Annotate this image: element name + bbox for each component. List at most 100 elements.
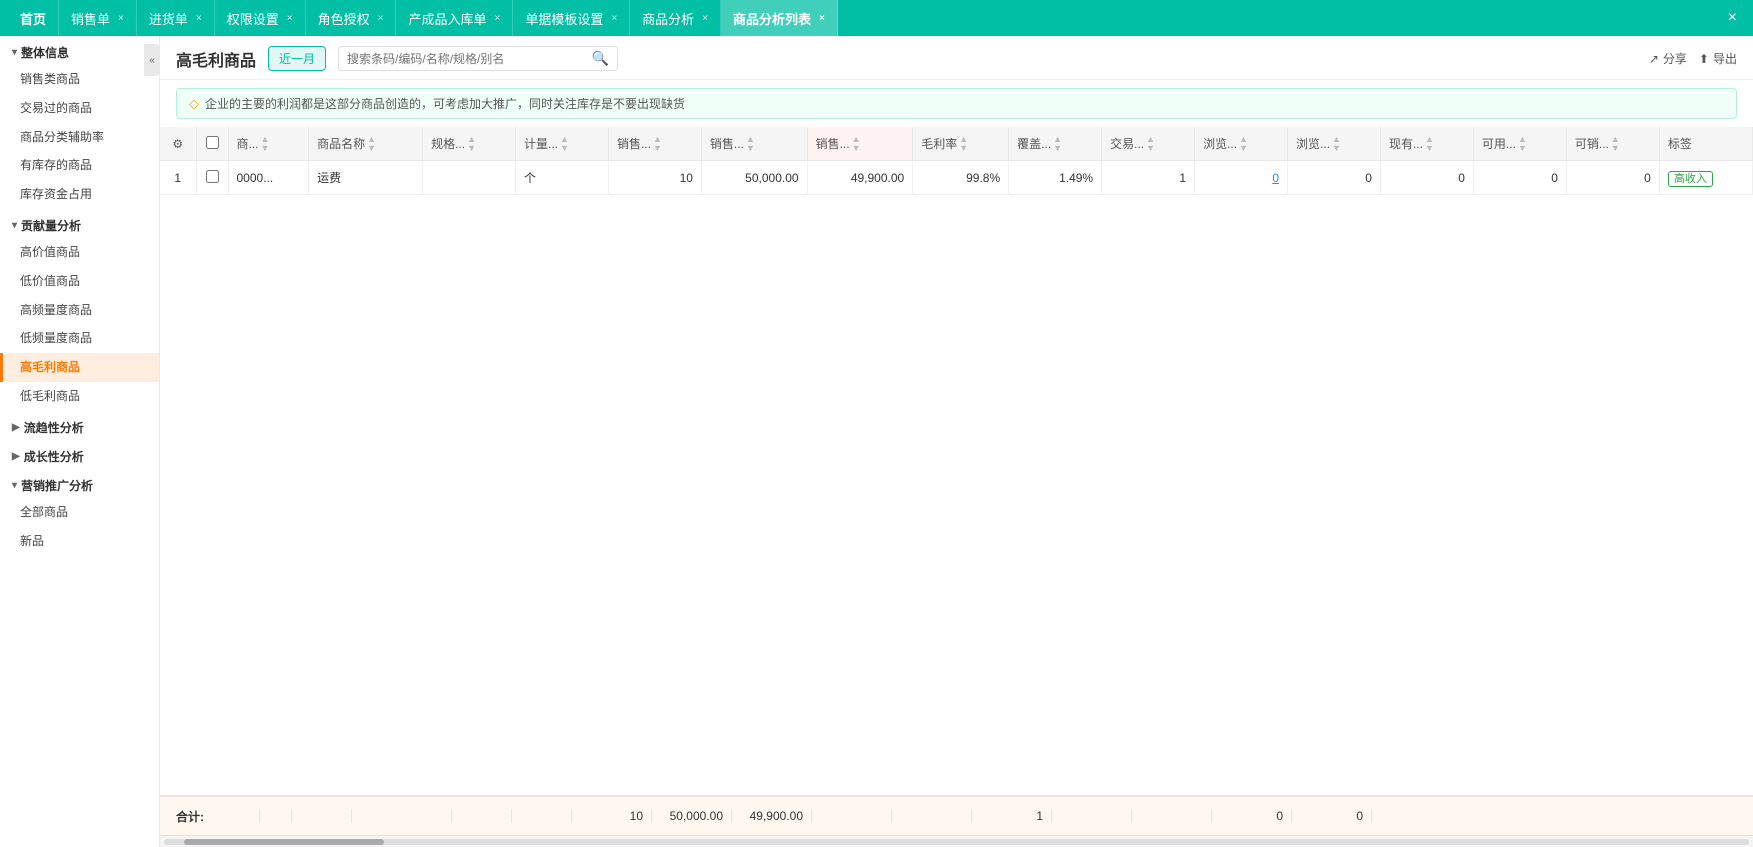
sort-icon-browse1[interactable]: ▲▼ [1239,135,1248,151]
content-header: 高毛利商品 近一月 🔍 ↗ 分享 ⬆ 导出 [160,36,1753,80]
footer-browse1 [1052,809,1132,823]
cell-browse1[interactable]: 0 [1195,161,1288,195]
cell-transactions: 1 [1102,161,1195,195]
sidebar-item-low-freq[interactable]: 低频量度商品 [0,324,159,353]
warning-icon: ◇ [189,96,199,112]
sort-icon-current-stock[interactable]: ▲▼ [1425,135,1434,151]
sidebar-item-sales-goods[interactable]: 销售类商品 [0,65,159,94]
cell-name: 运费 [309,161,423,195]
tab-template[interactable]: 单据模板设置 × [513,0,630,36]
export-button[interactable]: ⬆ 导出 [1699,50,1737,67]
close-analysis-tab[interactable]: × [702,13,708,24]
sidebar-collapse-button[interactable]: « [144,44,160,76]
col-unit: 计量... ▲▼ [516,127,609,161]
tab-role[interactable]: 角色授权 × [306,0,397,36]
sort-icon-margin-rate[interactable]: ▲▼ [959,135,968,151]
sidebar-item-high-value[interactable]: 高价值商品 [0,238,159,267]
tab-production[interactable]: 产成品入库单 × [396,0,513,36]
share-button[interactable]: ↗ 分享 [1649,50,1687,67]
search-input[interactable] [347,52,586,66]
sidebar-item-low-margin[interactable]: 低毛利商品 [0,382,159,411]
sort-icon-sales-qty[interactable]: ▲▼ [653,135,662,151]
row-checkbox[interactable] [206,170,219,183]
sidebar-item-high-margin[interactable]: 高毛利商品 [0,353,159,382]
col-available: 可用... ▲▼ [1473,127,1566,161]
table-header-row: ⚙ 商... ▲▼ 商品名称 [160,127,1753,161]
footer-label: 合计: [176,808,204,825]
footer-sales-profit: 49,900.00 [732,809,812,823]
scrollbar-track [164,839,1749,845]
close-purchase-tab[interactable]: × [196,13,202,24]
tab-purchase[interactable]: 进货单 × [137,0,215,36]
tab-home[interactable]: 首页 [8,0,59,36]
sidebar-group-trend[interactable]: ▶ 流趋性分析 [0,411,159,440]
search-box: 🔍 [338,46,618,71]
close-production-tab[interactable]: × [494,13,500,24]
sort-icon-sales-amount[interactable]: ▲▼ [746,135,755,151]
close-permission-tab[interactable]: × [287,13,293,24]
sort-icon-sales-profit[interactable]: ▲▼ [852,135,861,151]
horizontal-scrollbar[interactable] [160,835,1753,847]
col-code: 商... ▲▼ [228,127,309,161]
close-role-tab[interactable]: × [378,13,384,24]
sidebar-group-growth[interactable]: ▶ 成长性分析 [0,440,159,469]
data-table-wrapper[interactable]: ⚙ 商... ▲▼ 商品名称 [160,127,1753,795]
close-template-tab[interactable]: × [611,13,617,24]
footer-transactions: 1 [972,809,1052,823]
sort-icon-saleable[interactable]: ▲▼ [1611,135,1620,151]
filter-recent-month-button[interactable]: 近一月 [268,46,326,71]
sort-icon-browse2[interactable]: ▲▼ [1332,135,1341,151]
sort-icon-spec[interactable]: ▲▼ [467,135,476,151]
footer-coverage [892,809,972,823]
col-sales-amount: 销售... ▲▼ [701,127,807,161]
cell-margin-rate: 99.8% [913,161,1009,195]
sidebar-group-treasure[interactable]: ▾ 贡献量分析 [0,209,159,238]
sidebar-item-traded-goods[interactable]: 交易过的商品 [0,94,159,123]
sidebar-item-low-value[interactable]: 低价值商品 [0,267,159,296]
cell-saleable: 0 [1566,161,1659,195]
tab-analysis[interactable]: 商品分析 × [630,0,721,36]
footer-sales-qty: 10 [572,809,652,823]
settings-icon[interactable]: ⚙ [172,137,183,151]
sort-icon-transactions[interactable]: ▲▼ [1146,135,1155,151]
scrollbar-thumb[interactable] [184,839,384,845]
footer-browse2 [1132,809,1212,823]
footer-current-stock: 0 [1212,809,1292,823]
col-spec: 规格... ▲▼ [423,127,516,161]
arrow-down-icon: ▾ [12,47,17,58]
sidebar-group-marketing[interactable]: ▾ 营销推广分析 [0,469,159,498]
close-analysis-list-tab[interactable]: × [819,13,825,24]
sidebar-item-all-goods[interactable]: 全部商品 [0,498,159,527]
sidebar-item-capital-occupy[interactable]: 库存资金占用 [0,180,159,209]
tab-sales[interactable]: 销售单 × [59,0,137,36]
select-all-checkbox[interactable] [206,136,219,149]
col-coverage: 覆盖... ▲▼ [1009,127,1102,161]
sort-icon-unit[interactable]: ▲▼ [560,135,569,151]
sort-icon-coverage[interactable]: ▲▼ [1053,135,1062,151]
sidebar-item-high-freq[interactable]: 高频量度商品 [0,296,159,325]
tab-analysis-list[interactable]: 商品分析列表 × [721,0,838,36]
sort-icon-code[interactable]: ▲▼ [261,135,270,151]
col-saleable: 可销... ▲▼ [1566,127,1659,161]
sort-icon-available[interactable]: ▲▼ [1518,135,1527,151]
content-area: 高毛利商品 近一月 🔍 ↗ 分享 ⬆ 导出 ◇ 企业的主要的利润都是这部分商品创… [160,36,1753,847]
cell-sales-profit: 49,900.00 [807,161,913,195]
close-sales-tab[interactable]: × [118,13,124,24]
tab-permission[interactable]: 权限设置 × [215,0,306,36]
sidebar-item-classification-assist[interactable]: 商品分类辅助率 [0,123,159,152]
col-margin-rate: 毛利率 ▲▼ [913,127,1009,161]
footer-margin-rate [812,809,892,823]
col-transactions: 交易... ▲▼ [1102,127,1195,161]
export-icon: ⬆ [1699,52,1709,66]
cell-tag: 高收入 [1659,161,1752,195]
col-name: 商品名称 ▲▼ [309,127,423,161]
sidebar-group-overall[interactable]: ▾ 整体信息 [0,36,159,65]
arrow-right-icon: ▶ [12,422,20,433]
sidebar-item-new-goods[interactable]: 新品 [0,527,159,556]
sidebar-item-stocked-goods[interactable]: 有库存的商品 [0,151,159,180]
search-icon[interactable]: 🔍 [592,50,609,67]
window-close-button[interactable]: × [1720,9,1745,27]
main-layout: « ▾ 整体信息 销售类商品 交易过的商品 商品分类辅助率 有库存的商品 库存资… [0,36,1753,847]
sort-icon-name[interactable]: ▲▼ [367,135,376,151]
col-settings[interactable]: ⚙ [160,127,196,161]
